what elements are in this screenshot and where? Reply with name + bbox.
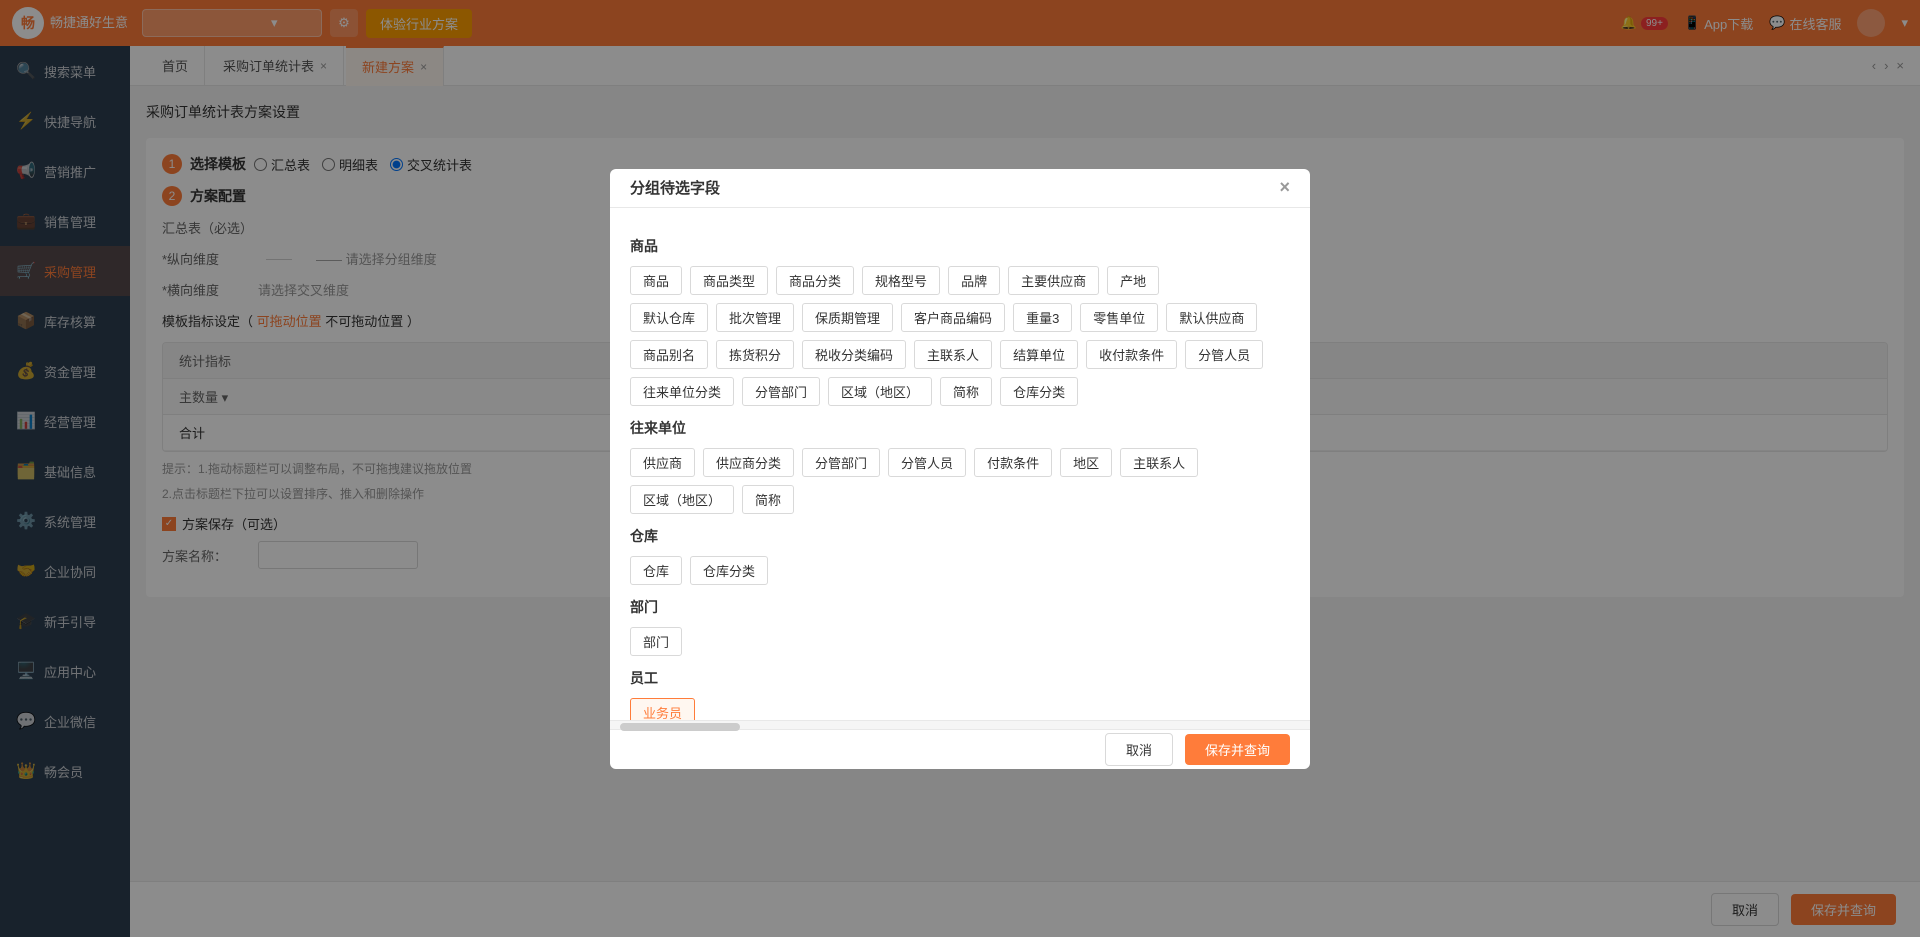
modal-overlay[interactable]: 分组待选字段 × 商品 商品 商品类型 商品分类 规格型号 品牌 主要供应商 产… <box>0 0 1920 937</box>
modal: 分组待选字段 × 商品 商品 商品类型 商品分类 规格型号 品牌 主要供应商 产… <box>610 169 1310 769</box>
field-group-dept: 部门 <box>630 627 1290 656</box>
field-tag-partner-0[interactable]: 供应商 <box>630 448 695 477</box>
modal-close-button[interactable]: × <box>1279 177 1290 198</box>
field-tag-product-0[interactable]: 商品 <box>630 266 682 295</box>
field-tag-warehouse-1[interactable]: 仓库分类 <box>690 556 768 585</box>
field-group-partner-2: 区域（地区） 简称 <box>630 485 1290 514</box>
field-tag-partner-6[interactable]: 主联系人 <box>1120 448 1198 477</box>
field-tag-product-21[interactable]: 往来单位分类 <box>630 377 734 406</box>
field-tag-product-18[interactable]: 结算单位 <box>1000 340 1078 369</box>
field-group-product-2: 默认仓库 批次管理 保质期管理 客户商品编码 重量3 零售单位 默认供应商 <box>630 303 1290 332</box>
field-tag-product-12[interactable]: 零售单位 <box>1080 303 1158 332</box>
section-title-dept: 部门 <box>630 597 1290 617</box>
section-title-warehouse: 仓库 <box>630 526 1290 546</box>
section-title-staff: 员工 <box>630 668 1290 688</box>
field-tag-product-16[interactable]: 税收分类编码 <box>802 340 906 369</box>
field-group-product-4: 往来单位分类 分管部门 区域（地区） 简称 仓库分类 <box>630 377 1290 406</box>
field-group-staff: 业务员 <box>630 698 1290 720</box>
field-tag-product-10[interactable]: 客户商品编码 <box>901 303 1005 332</box>
field-tag-partner-2[interactable]: 分管部门 <box>802 448 880 477</box>
field-tag-product-17[interactable]: 主联系人 <box>914 340 992 369</box>
section-title-product: 商品 <box>630 236 1290 256</box>
field-tag-product-24[interactable]: 简称 <box>940 377 992 406</box>
field-group-product: 商品 商品类型 商品分类 规格型号 品牌 主要供应商 产地 <box>630 266 1290 295</box>
field-group-warehouse: 仓库 仓库分类 <box>630 556 1290 585</box>
field-tag-product-3[interactable]: 规格型号 <box>862 266 940 295</box>
field-tag-dept-0[interactable]: 部门 <box>630 627 682 656</box>
field-group-partner: 供应商 供应商分类 分管部门 分管人员 付款条件 地区 主联系人 <box>630 448 1290 477</box>
field-tag-partner-3[interactable]: 分管人员 <box>888 448 966 477</box>
field-tag-product-1[interactable]: 商品类型 <box>690 266 768 295</box>
field-tag-product-20[interactable]: 分管人员 <box>1185 340 1263 369</box>
modal-cancel-button[interactable]: 取消 <box>1105 733 1173 766</box>
field-tag-partner-4[interactable]: 付款条件 <box>974 448 1052 477</box>
field-tag-product-8[interactable]: 批次管理 <box>716 303 794 332</box>
modal-title: 分组待选字段 <box>630 177 720 198</box>
field-tag-product-19[interactable]: 收付款条件 <box>1086 340 1177 369</box>
field-tag-product-2[interactable]: 商品分类 <box>776 266 854 295</box>
modal-save-button[interactable]: 保存并查询 <box>1185 734 1290 765</box>
field-tag-product-11[interactable]: 重量3 <box>1013 303 1072 332</box>
field-tag-product-6[interactable]: 产地 <box>1107 266 1159 295</box>
field-tag-product-9[interactable]: 保质期管理 <box>802 303 893 332</box>
field-group-product-3: 商品别名 拣货积分 税收分类编码 主联系人 结算单位 收付款条件 分管人员 <box>630 340 1290 369</box>
field-tag-partner-5[interactable]: 地区 <box>1060 448 1112 477</box>
field-tag-product-13[interactable]: 默认供应商 <box>1166 303 1257 332</box>
field-tag-product-5[interactable]: 主要供应商 <box>1008 266 1099 295</box>
field-tag-staff-0[interactable]: 业务员 <box>630 698 695 720</box>
modal-header: 分组待选字段 × <box>610 169 1310 208</box>
modal-hscroll-thumb[interactable] <box>620 723 740 731</box>
field-tag-product-23[interactable]: 区域（地区） <box>828 377 932 406</box>
modal-footer: 取消 保存并查询 <box>610 729 1310 768</box>
field-tag-partner-1[interactable]: 供应商分类 <box>703 448 794 477</box>
field-tag-product-7[interactable]: 默认仓库 <box>630 303 708 332</box>
field-tag-partner-8[interactable]: 简称 <box>742 485 794 514</box>
field-tag-product-4[interactable]: 品牌 <box>948 266 1000 295</box>
field-tag-product-25[interactable]: 仓库分类 <box>1000 377 1078 406</box>
field-tag-product-22[interactable]: 分管部门 <box>742 377 820 406</box>
field-tag-partner-7[interactable]: 区域（地区） <box>630 485 734 514</box>
modal-hscroll[interactable] <box>610 720 1310 730</box>
section-title-partner: 往来单位 <box>630 418 1290 438</box>
field-tag-product-14[interactable]: 商品别名 <box>630 340 708 369</box>
modal-body: 商品 商品 商品类型 商品分类 规格型号 品牌 主要供应商 产地 默认仓库 批次… <box>610 208 1310 720</box>
field-tag-warehouse-0[interactable]: 仓库 <box>630 556 682 585</box>
field-tag-product-15[interactable]: 拣货积分 <box>716 340 794 369</box>
